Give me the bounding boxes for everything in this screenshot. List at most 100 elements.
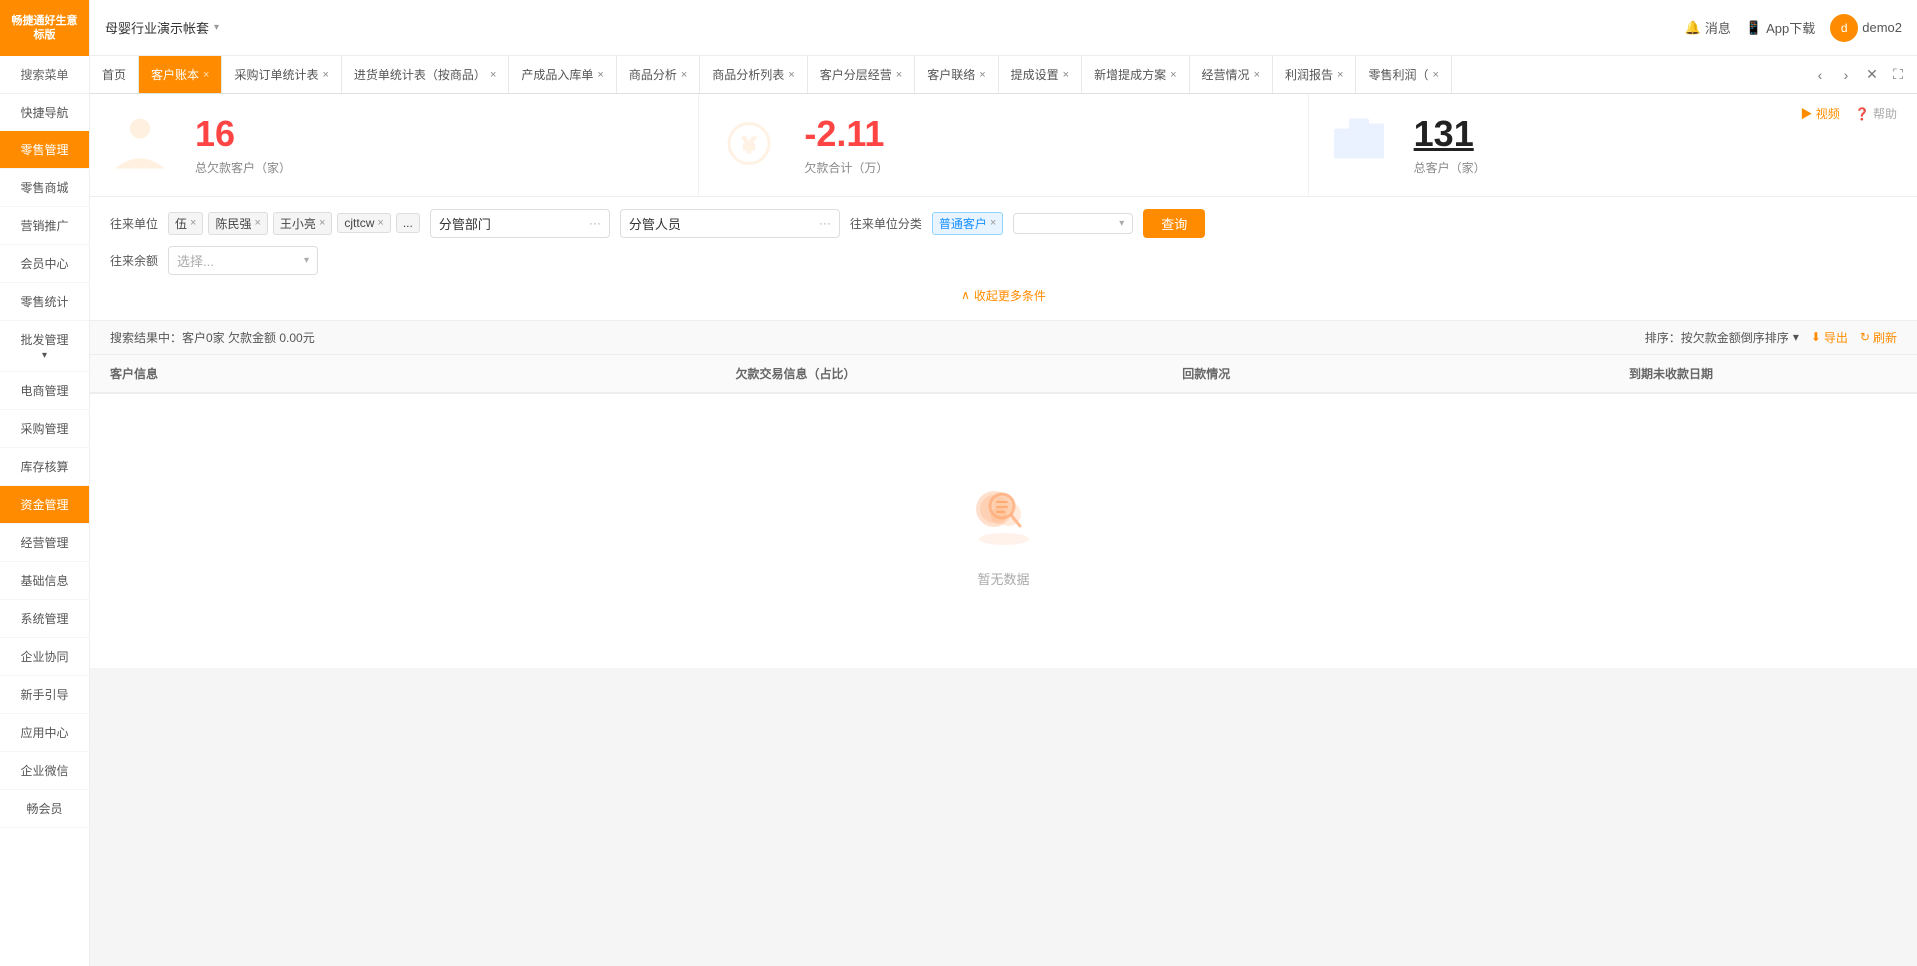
video-link[interactable]: ▶ 视频 xyxy=(1800,105,1839,122)
category-select[interactable]: ▾ xyxy=(1013,213,1133,234)
tag-label: 普通客户 xyxy=(939,215,987,232)
messages-label: 消息 xyxy=(1705,18,1731,37)
tab-close-icon[interactable]: × xyxy=(1432,69,1438,81)
tab-close-icon[interactable]: × xyxy=(979,69,985,81)
collapse-container: ∧ 收起更多条件 xyxy=(110,283,1897,308)
sidebar-item-member-center[interactable]: 会员中心 xyxy=(0,245,89,283)
summary-text: 搜索结果中：客户0家 欠款金额 0.00元 xyxy=(110,329,315,346)
sidebar-item-enterprise-wechat[interactable]: 企业微信 xyxy=(0,752,89,790)
tab-close-icon[interactable]: × xyxy=(681,69,687,81)
tab-profit-report[interactable]: 利润报告 × xyxy=(1273,56,1356,94)
total-clients-value[interactable]: 131 xyxy=(1414,114,1486,154)
tab-close-icon[interactable]: × xyxy=(322,69,328,81)
tag-close-icon[interactable]: × xyxy=(254,217,260,229)
tab-close-icon[interactable]: × xyxy=(203,69,209,81)
sidebar-item-newbie[interactable]: 新手引导 xyxy=(0,676,89,714)
refresh-button[interactable]: ↻ 刷新 xyxy=(1860,329,1897,346)
company-tag-cjttcw[interactable]: cjttcw × xyxy=(337,213,390,233)
app-download-label: App下载 xyxy=(1766,18,1815,37)
export-button[interactable]: ⬇ 导出 xyxy=(1811,329,1848,346)
company-tag-more[interactable]: ... xyxy=(396,213,420,233)
tab-product-analysis[interactable]: 商品分析 × xyxy=(617,56,700,94)
tab-home[interactable]: 首页 xyxy=(90,56,139,94)
empty-state: 暂无数据 xyxy=(90,394,1917,668)
tab-purchase-inbound-stats[interactable]: 进货单统计表（按商品） × xyxy=(342,56,509,94)
stat-debt-total: ¥ -2.11 欠款合计（万） xyxy=(699,94,1308,196)
sort-select[interactable]: 排序：按欠款金额倒序排序 ▾ xyxy=(1645,329,1799,346)
tab-close-icon[interactable]: × xyxy=(788,69,794,81)
query-button[interactable]: 查询 xyxy=(1143,209,1205,238)
summary-actions: 排序：按欠款金额倒序排序 ▾ ⬇ 导出 ↻ 刷新 xyxy=(1645,329,1897,346)
sidebar-search[interactable]: 搜索菜单 xyxy=(0,56,89,94)
category-tag-normal[interactable]: 普通客户 × xyxy=(932,212,1003,235)
sidebar-quick-nav[interactable]: 快捷导航 xyxy=(0,94,89,131)
user-name: demo2 xyxy=(1862,20,1902,35)
tab-customer-contact[interactable]: 客户联络 × xyxy=(915,56,998,94)
total-customers-label: 总欠款客户（家） xyxy=(195,159,291,176)
tab-close-icon[interactable]: × xyxy=(1063,69,1069,81)
sidebar-item-app-center[interactable]: 应用中心 xyxy=(0,714,89,752)
tab-close-icon[interactable]: × xyxy=(490,69,496,81)
chevron-down-icon: ▾ xyxy=(214,22,219,33)
user-profile[interactable]: d demo2 xyxy=(1830,14,1902,42)
empty-text: 暂无数据 xyxy=(977,569,1029,588)
sidebar-item-enterprise-coop[interactable]: 企业协同 xyxy=(0,638,89,676)
sidebar-item-retail-mall[interactable]: 零售商城 xyxy=(0,169,89,207)
tab-close-icon[interactable]: × xyxy=(896,69,902,81)
tab-promotion-settings[interactable]: 提成设置 × xyxy=(999,56,1082,94)
debt-total-label: 欠款合计（万） xyxy=(804,159,888,176)
tab-close-icon[interactable]: × xyxy=(1254,69,1260,81)
sidebar-item-capital[interactable]: 资金管理 xyxy=(0,486,89,524)
company-tag-chen[interactable]: 陈民强 × xyxy=(208,212,267,235)
tabs-menu-button[interactable]: ⛶ xyxy=(1887,64,1909,86)
logo-text: 畅捷通好生意 标版 xyxy=(12,14,78,43)
tab-purchase-order-stats[interactable]: 采购订单统计表 × xyxy=(222,56,341,94)
sidebar-item-ecommerce[interactable]: 电商管理 xyxy=(0,372,89,410)
header-right: 🔔 消息 📱 App下载 d demo2 xyxy=(1685,14,1902,42)
tab-business-status[interactable]: 经营情况 × xyxy=(1190,56,1273,94)
sidebar-item-basic-info[interactable]: 基础信息 xyxy=(0,562,89,600)
tab-label: 零售利润（ xyxy=(1368,66,1428,83)
sidebar-item-vip-member[interactable]: 畅会员 xyxy=(0,790,89,828)
col-debt-info: 欠款交易信息（占比） xyxy=(735,365,1182,382)
tab-close-icon[interactable]: × xyxy=(597,69,603,81)
company-selector[interactable]: 母婴行业演示帐套 ▾ xyxy=(105,18,219,37)
filter-area: 往来单位 伍 × 陈民强 × 王小亮 × xyxy=(90,197,1917,321)
messages-button[interactable]: 🔔 消息 xyxy=(1685,18,1731,37)
sidebar-item-operations[interactable]: 经营管理 xyxy=(0,524,89,562)
sidebar-item-purchase[interactable]: 采购管理 xyxy=(0,410,89,448)
company-tag-wu[interactable]: 伍 × xyxy=(168,212,203,235)
sidebar-item-retail-mgmt[interactable]: 零售管理 xyxy=(0,131,89,169)
chevron-down-icon: ▾ xyxy=(1793,330,1799,344)
tag-close-icon[interactable]: × xyxy=(190,217,196,229)
department-more-icon: ··· xyxy=(589,216,601,230)
balance-select[interactable]: 选择... ▾ xyxy=(168,246,318,275)
sidebar-item-marketing[interactable]: 营销推广 xyxy=(0,207,89,245)
tag-close-icon[interactable]: × xyxy=(990,217,996,229)
tag-close-icon[interactable]: × xyxy=(377,217,383,229)
tab-product-analysis-list[interactable]: 商品分析列表 × xyxy=(700,56,807,94)
manager-select[interactable]: 分管人员 ··· xyxy=(620,209,840,238)
tab-customer-account[interactable]: 客户账本 × xyxy=(139,56,222,94)
sidebar-item-batch-mgmt[interactable]: 批发管理 ▾ xyxy=(0,321,89,372)
sidebar-item-retail-stats[interactable]: 零售统计 xyxy=(0,283,89,321)
sidebar: 畅捷通好生意 标版 搜索菜单 快捷导航 零售管理 零售商城 营销推广 会员中心 … xyxy=(0,0,90,966)
sidebar-item-inventory[interactable]: 库存核算 xyxy=(0,448,89,486)
tab-customer-account-label: 客户账本 xyxy=(151,66,199,83)
tag-close-icon[interactable]: × xyxy=(319,217,325,229)
department-select[interactable]: 分管部门 ··· xyxy=(430,209,610,238)
company-tag-wang[interactable]: 王小亮 × xyxy=(273,212,332,235)
tab-customer-segment[interactable]: 客户分层经营 × xyxy=(808,56,915,94)
help-link[interactable]: ❓ 帮助 xyxy=(1855,105,1897,122)
tab-close-icon[interactable]: × xyxy=(1170,69,1176,81)
tabs-prev-button[interactable]: ‹ xyxy=(1809,64,1831,86)
sidebar-item-system[interactable]: 系统管理 xyxy=(0,600,89,638)
app-download-button[interactable]: 📱 App下载 xyxy=(1746,18,1815,37)
tab-close-icon[interactable]: × xyxy=(1337,69,1343,81)
tab-retail-profit[interactable]: 零售利润（ × xyxy=(1356,56,1451,94)
tab-add-promotion[interactable]: 新增提成方案 × xyxy=(1082,56,1189,94)
collapse-button[interactable]: ∧ 收起更多条件 xyxy=(951,283,1056,308)
tab-product-inbound[interactable]: 产成品入库单 × xyxy=(509,56,616,94)
tabs-close-all-button[interactable]: ✕ xyxy=(1861,64,1883,86)
tabs-next-button[interactable]: › xyxy=(1835,64,1857,86)
